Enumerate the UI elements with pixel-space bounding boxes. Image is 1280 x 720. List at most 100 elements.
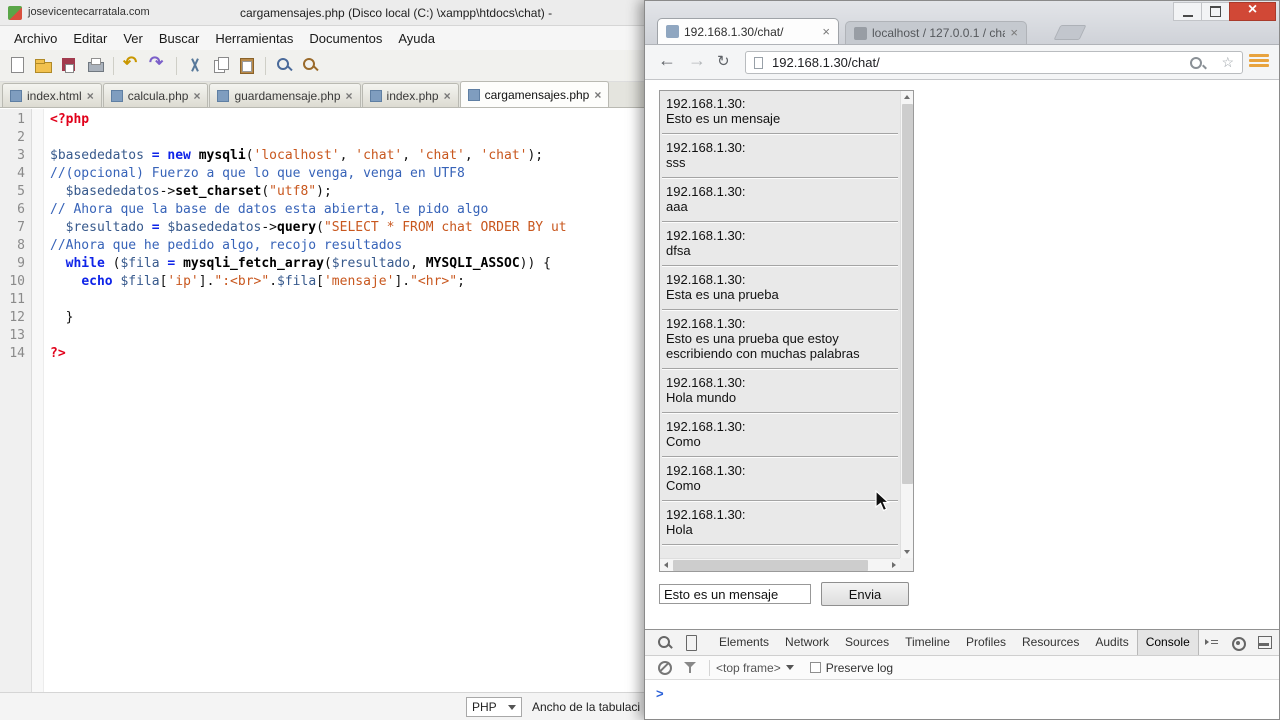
new-tab-button[interactable]: [1053, 25, 1087, 40]
desktop: josevicentecarratala.com cargamensajes.p…: [0, 0, 1280, 720]
frame-selector[interactable]: <top frame>: [716, 661, 794, 675]
tab-label: guardamensaje.php: [234, 88, 341, 103]
forward-icon[interactable]: [688, 50, 706, 71]
devtools-tab-sources[interactable]: Sources: [837, 630, 897, 655]
menu-editar[interactable]: Editar: [65, 31, 115, 46]
scrollbar-thumb-horizontal[interactable]: [673, 560, 868, 571]
chat-message: 192.168.1.30: dfsa: [660, 223, 900, 265]
menu-archivo[interactable]: Archivo: [6, 31, 65, 46]
scrollbar-thumb-vertical[interactable]: [902, 104, 913, 484]
mouse-cursor: [875, 490, 890, 512]
editor-tab[interactable]: index.php: [361, 83, 459, 107]
address-bar[interactable]: 192.168.1.30/chat/: [745, 51, 1243, 74]
editor-tab[interactable]: index.html: [2, 83, 102, 107]
scroll-right-icon[interactable]: [887, 559, 900, 572]
notepad-window: josevicentecarratala.com cargamensajes.p…: [0, 0, 646, 720]
undo-icon[interactable]: [122, 53, 142, 75]
devtools-tab-audits[interactable]: Audits: [1087, 630, 1136, 655]
menu-documentos[interactable]: Documentos: [301, 31, 390, 46]
code-editor[interactable]: 1 2 3 4 5 6 7 8 9 10 11 12 13 14 <?php $basededatos = …: [0, 109, 646, 692]
language-selector[interactable]: PHP: [466, 697, 522, 717]
code-line: while ($fila = mysqli_fetch_array($resul…: [65, 256, 551, 271]
code-line: $resultado = $basededatos->query("SELECT…: [65, 220, 567, 235]
redo-icon[interactable]: [148, 53, 168, 75]
copy-icon[interactable]: [211, 55, 231, 75]
devtools-tab-profiles[interactable]: Profiles: [958, 630, 1014, 655]
message-text: Hola mundo: [666, 390, 737, 405]
cut-icon[interactable]: [185, 55, 205, 75]
settings-gear-icon[interactable]: [1229, 634, 1247, 651]
notepad-titlebar[interactable]: josevicentecarratala.com cargamensajes.p…: [0, 0, 646, 26]
close-tab-icon[interactable]: [193, 89, 200, 103]
bookmark-star-icon[interactable]: [1221, 54, 1234, 71]
editor-tab[interactable]: guardamensaje.php: [209, 83, 361, 107]
devtools-tab-console[interactable]: Console: [1136, 630, 1199, 655]
devtools-tab-timeline[interactable]: Timeline: [897, 630, 958, 655]
console-drawer-icon[interactable]: [1203, 634, 1221, 651]
message-ip: 192.168.1.30:: [666, 272, 746, 287]
preserve-log-checkbox[interactable]: [809, 662, 821, 673]
back-icon[interactable]: [658, 50, 676, 71]
close-button[interactable]: [1229, 2, 1276, 21]
tab-label: index.html: [27, 88, 82, 103]
dock-side-icon[interactable]: [1255, 634, 1273, 651]
replace-icon[interactable]: [300, 55, 320, 75]
scroll-up-icon[interactable]: [901, 91, 914, 104]
chat-message: 192.168.1.30: aaa: [660, 179, 900, 221]
chat-message-list[interactable]: 192.168.1.30: Esto es un mensaje 192.168.1…: [660, 91, 900, 558]
browser-tab[interactable]: 192.168.1.30/chat/: [657, 18, 839, 44]
devtools-tab-resources[interactable]: Resources: [1014, 630, 1087, 655]
filter-icon[interactable]: [681, 659, 699, 676]
close-tab-icon[interactable]: [346, 89, 353, 103]
device-mode-icon[interactable]: [681, 634, 699, 651]
minimize-button[interactable]: [1173, 2, 1202, 21]
dropdown-arrow-icon: [785, 665, 794, 670]
vertical-scrollbar[interactable]: [900, 91, 913, 558]
line-number: 3: [17, 148, 25, 163]
scroll-left-icon[interactable]: [660, 559, 673, 572]
scroll-down-icon[interactable]: [901, 545, 914, 558]
line-number: 4: [17, 166, 25, 181]
toolbar-separator: [113, 57, 114, 75]
message-text: Esto es un mensaje: [666, 111, 781, 126]
browser-menu-icon[interactable]: [1249, 54, 1269, 71]
devtools-tab-elements[interactable]: Elements: [711, 630, 777, 655]
menu-ayuda[interactable]: Ayuda: [390, 31, 443, 46]
console-output[interactable]: [645, 680, 1279, 719]
message-ip: 192.168.1.30:: [666, 184, 746, 199]
message-text: Como: [666, 434, 701, 449]
new-file-icon[interactable]: [7, 55, 27, 75]
chat-message: 192.168.1.30: Como: [660, 458, 900, 500]
close-tab-icon[interactable]: [594, 88, 601, 102]
menu-ver[interactable]: Ver: [115, 31, 151, 46]
tab-label: index.php: [386, 88, 439, 103]
horizontal-scrollbar[interactable]: [660, 558, 900, 571]
menu-buscar[interactable]: Buscar: [151, 31, 207, 46]
paste-icon[interactable]: [237, 55, 257, 75]
editor-tab[interactable]: calcula.php: [102, 83, 209, 107]
close-tab-icon[interactable]: [444, 89, 451, 103]
save-icon[interactable]: [59, 55, 79, 75]
inspect-element-icon[interactable]: [655, 634, 673, 651]
menu-herramientas[interactable]: Herramientas: [207, 31, 301, 46]
message-input[interactable]: [659, 584, 811, 604]
favicon: [854, 26, 867, 40]
send-button[interactable]: Envia: [821, 582, 909, 606]
devtools-tab-network[interactable]: Network: [777, 630, 837, 655]
toolbar-separator: [265, 57, 266, 75]
browser-tab[interactable]: localhost / 127.0.0.1 / chat: [845, 21, 1027, 44]
editor-tab[interactable]: cargamensajes.php: [459, 81, 610, 107]
reload-icon[interactable]: [717, 52, 730, 70]
close-tab-icon[interactable]: [87, 89, 94, 103]
print-icon[interactable]: [85, 55, 105, 75]
close-tab-icon[interactable]: [1010, 24, 1018, 42]
maximize-button[interactable]: [1201, 2, 1230, 21]
open-file-icon[interactable]: [33, 55, 53, 75]
close-tab-icon[interactable]: [822, 23, 830, 41]
language-label: PHP: [472, 700, 497, 714]
chat-message: 192.168.1.30: Esto es una prueba que esto…: [660, 311, 900, 368]
find-icon[interactable]: [274, 55, 294, 75]
clear-console-icon[interactable]: [655, 659, 673, 676]
line-number: 13: [9, 328, 25, 343]
